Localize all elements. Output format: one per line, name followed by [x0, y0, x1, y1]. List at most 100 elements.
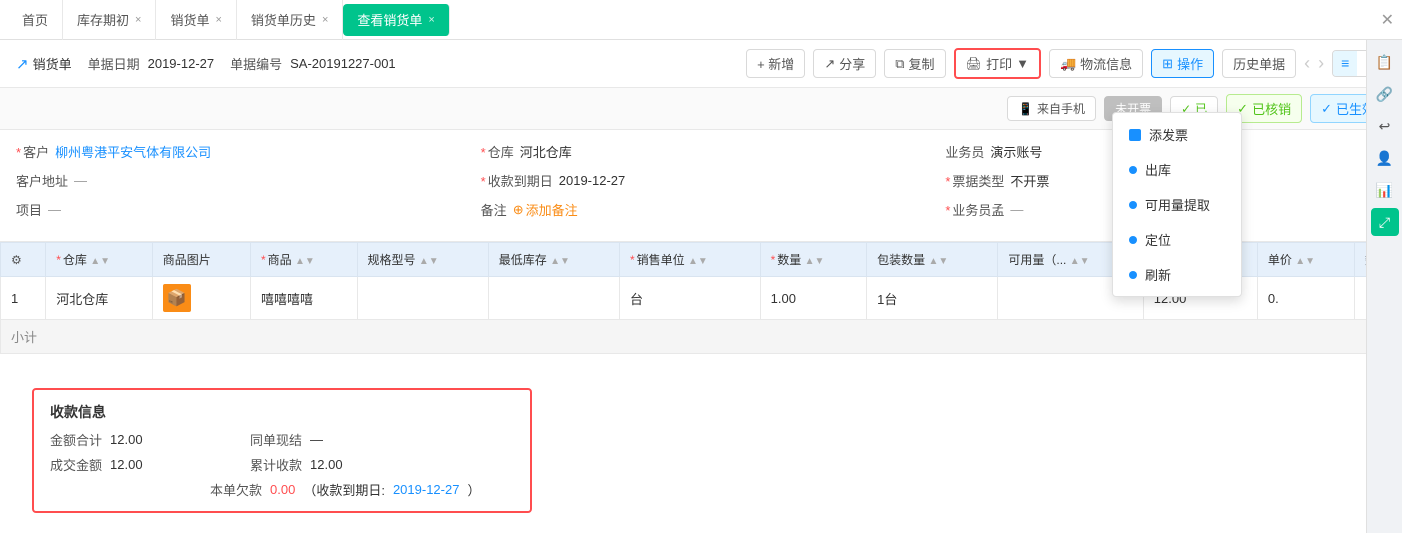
sort-product-icon[interactable]: ▲▼: [295, 256, 315, 267]
sidebar-icon-expand[interactable]: ⤢: [1371, 208, 1399, 236]
owed-item: 本单欠款 0.00 （收款到期日: 2019-12-27 ）: [210, 480, 480, 499]
sort-pack-icon[interactable]: ▲▼: [929, 256, 949, 267]
total-received-value: 12.00: [310, 457, 343, 472]
total-received-label: 累计收款: [250, 455, 302, 474]
operate-button[interactable]: ⊞ 操作: [1151, 49, 1214, 78]
payment-row-3: 本单欠款 0.00 （收款到期日: 2019-12-27 ）: [50, 480, 514, 499]
th-pack-qty: 包装数量 ▲▼: [867, 243, 998, 277]
dropdown-outstock-label: 出库: [1145, 160, 1171, 179]
owed-date: 2019-12-27: [393, 482, 460, 497]
add-note-button[interactable]: ⊕ 添加备注: [513, 200, 578, 219]
list-view-button[interactable]: ≡: [1333, 51, 1357, 76]
th-product: 商品 ▲▼: [251, 243, 358, 277]
customer-label: 客户: [16, 142, 49, 161]
logistics-button[interactable]: 🚚 物流信息: [1049, 49, 1143, 78]
sort-warehouse-icon[interactable]: ▲▼: [90, 256, 110, 267]
sidebar-icon-return[interactable]: ↩: [1371, 112, 1399, 140]
deal-amount-item: 成交金额 12.00: [50, 455, 210, 474]
sidebar-icon-user[interactable]: 👤: [1371, 144, 1399, 172]
staff-label: 业务员: [945, 142, 984, 161]
tab-view-close[interactable]: ×: [428, 14, 434, 26]
payment-date-value: 2019-12-27: [559, 173, 626, 188]
dropdown-item-outstock[interactable]: 出库: [1113, 152, 1241, 187]
nav-prev-icon[interactable]: ‹: [1304, 53, 1310, 74]
mobile-icon: 📱: [1018, 102, 1033, 116]
toolbar-actions: + 新增 ↗ 分享 ⧉ 复制 🖨 打印 ▼ 🚚 物流信息 ⊞: [746, 48, 1386, 79]
amount-total-label: 金额合计: [50, 430, 102, 449]
staff2-value: —: [1010, 202, 1023, 217]
address-label: 客户地址: [16, 171, 68, 190]
cell-spec: [357, 277, 488, 320]
tab-history-close[interactable]: ×: [322, 14, 328, 26]
same-settle-item: 同单现结 —: [250, 430, 410, 449]
tab-sales-close[interactable]: ×: [215, 14, 221, 26]
invoice-icon: [1129, 129, 1141, 141]
owed-close: ）: [467, 480, 480, 499]
sort-avail-icon[interactable]: ▲▼: [1070, 256, 1090, 267]
sort-price-icon[interactable]: ▲▼: [1295, 256, 1315, 267]
sort-unit-icon[interactable]: ▲▼: [688, 256, 708, 267]
history-button[interactable]: 历史单据: [1222, 49, 1296, 78]
payment-row-1: 金额合计 12.00 同单现结 —: [50, 430, 514, 449]
dropdown-item-locate[interactable]: 定位: [1113, 222, 1241, 257]
th-price: 单价 ▲▼: [1257, 243, 1354, 277]
dropdown-item-available[interactable]: 可用量提取: [1113, 187, 1241, 222]
owed-extra: （收款到期日:: [303, 480, 385, 499]
owed-value: 0.00: [270, 482, 295, 497]
customer-field: 客户 柳州粤港平安气体有限公司: [16, 142, 457, 161]
tab-home[interactable]: 首页: [8, 0, 63, 40]
doc-type-badge: ↗ 销货单: [16, 54, 72, 73]
sort-spec-icon[interactable]: ▲▼: [419, 256, 439, 267]
project-field: 项目 —: [16, 200, 457, 219]
deal-amount-value: 12.00: [110, 457, 143, 472]
doc-toolbar: ↗ 销货单 单据日期 2019-12-27 单据编号 SA-20191227-0…: [0, 40, 1402, 88]
new-button[interactable]: + 新增: [746, 49, 805, 78]
same-settle-label: 同单现结: [250, 430, 302, 449]
deal-amount-label: 成交金额: [50, 455, 102, 474]
top-tabs-bar: 首页 库存期初 × 销货单 × 销货单历史 × 查看销货单 × ✕: [0, 0, 1402, 40]
nav-next-icon[interactable]: ›: [1318, 53, 1324, 74]
dropdown-item-refresh[interactable]: 刷新: [1113, 257, 1241, 292]
copy-button[interactable]: ⧉ 复制: [884, 49, 945, 78]
sort-qty-icon[interactable]: ▲▼: [805, 256, 825, 267]
doc-number-label: 单据编号 SA-20191227-001: [230, 54, 396, 73]
tab-sales-history[interactable]: 销货单历史 ×: [237, 0, 343, 40]
sort-min-stock-icon[interactable]: ▲▼: [550, 256, 570, 267]
window-close-button[interactable]: ✕: [1381, 10, 1394, 30]
amount-total-item: 金额合计 12.00: [50, 430, 210, 449]
warehouse-field: 仓库 河北仓库: [481, 142, 922, 161]
payment-section: 收款信息 金额合计 12.00 同单现结 — 成交金额 12.00: [0, 372, 1402, 533]
payment-row-2: 成交金额 12.00 累计收款 12.00: [50, 455, 514, 474]
tab-inventory-init[interactable]: 库存期初 ×: [63, 0, 156, 40]
staff-value: 演示账号: [990, 142, 1042, 161]
add-note-icon: ⊕: [513, 202, 524, 218]
print-arrow-icon: ▼: [1016, 56, 1029, 71]
tab-sales-order[interactable]: 销货单 ×: [156, 0, 236, 40]
subtotal-row: 小计: [1, 320, 1402, 354]
tab-inventory-close[interactable]: ×: [135, 14, 141, 26]
subtotal-label: 小计: [1, 320, 1402, 354]
dropdown-item-invoice[interactable]: 添发票: [1113, 117, 1241, 152]
refresh-icon: [1129, 271, 1137, 279]
th-image: 商品图片: [152, 243, 250, 277]
cell-num: 1: [1, 277, 46, 320]
ticket-value: 不开票: [1010, 171, 1049, 190]
print-button[interactable]: 🖨 打印 ▼: [954, 48, 1041, 79]
cell-min-stock: [488, 277, 619, 320]
customer-value[interactable]: 柳州粤港平安气体有限公司: [55, 142, 211, 161]
tab-view-sales[interactable]: 查看销货单 ×: [343, 4, 449, 36]
dropdown-refresh-label: 刷新: [1145, 265, 1171, 284]
th-settings[interactable]: ⚙: [1, 243, 46, 277]
same-settle-value: —: [310, 432, 323, 447]
sidebar-icon-clipboard[interactable]: 📋: [1371, 48, 1399, 76]
sidebar-icon-chart[interactable]: 📊: [1371, 176, 1399, 204]
doc-meta: 单据日期 2019-12-27 单据编号 SA-20191227-001: [88, 54, 396, 73]
share-button[interactable]: ↗ 分享: [813, 49, 876, 78]
mobile-button[interactable]: 📱 来自手机: [1007, 96, 1096, 121]
settings-icon[interactable]: ⚙: [11, 253, 22, 267]
sidebar-icon-link[interactable]: 🔗: [1371, 80, 1399, 108]
print-dropdown-container: 🖨 打印 ▼: [954, 48, 1041, 79]
locate-icon: [1129, 236, 1137, 244]
logistics-icon: 🚚: [1060, 56, 1076, 72]
product-image: 📦: [163, 284, 191, 312]
